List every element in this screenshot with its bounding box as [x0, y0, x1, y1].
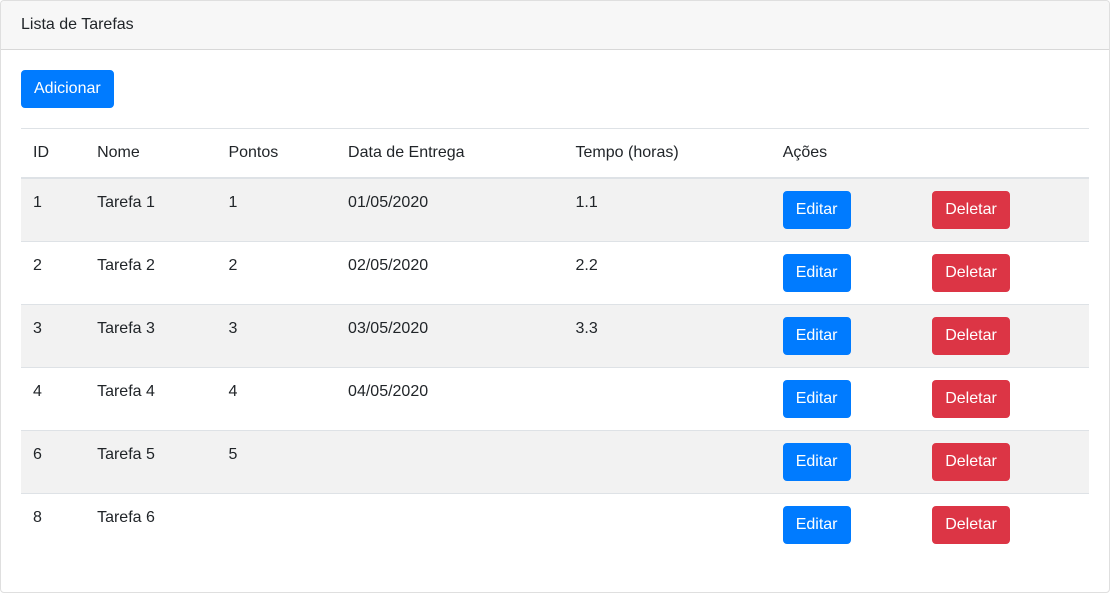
column-header: Tempo (horas) — [563, 128, 771, 179]
cell-edit: Editar — [770, 304, 921, 368]
column-header: Nome — [85, 128, 217, 179]
delete-button[interactable]: Deletar — [932, 443, 1010, 481]
cell-nome: Tarefa 3 — [85, 304, 217, 368]
card-header: Lista de Tarefas — [1, 1, 1109, 50]
cell-tempo: 2.2 — [563, 241, 771, 305]
cell-pontos — [216, 493, 337, 556]
cell-data-entrega — [336, 493, 564, 556]
cell-tempo — [563, 430, 771, 494]
cell-delete: Deletar — [920, 177, 1089, 242]
task-list-card: Lista de Tarefas Adicionar ID Nome Pontos D… — [0, 0, 1110, 593]
cell-delete: Deletar — [920, 493, 1089, 556]
table-row: 6 Tarefa 5 5 Editar Deletar — [21, 430, 1089, 494]
delete-button[interactable]: Deletar — [932, 380, 1010, 418]
column-header: Ações — [770, 128, 921, 179]
cell-nome: Tarefa 6 — [85, 493, 217, 556]
table-head: ID Nome Pontos Data de Entrega Tempo (horas)… — [21, 128, 1089, 179]
cell-pontos: 2 — [216, 241, 337, 305]
cell-id: 4 — [21, 367, 86, 431]
cell-id: 1 — [21, 177, 86, 242]
column-header: Data de Entrega — [336, 128, 564, 179]
cell-data-entrega: 02/05/2020 — [336, 241, 564, 305]
cell-edit: Editar — [770, 241, 921, 305]
cell-pontos: 4 — [216, 367, 337, 431]
cell-pontos: 5 — [216, 430, 337, 494]
cell-id: 8 — [21, 493, 86, 556]
cell-edit: Editar — [770, 367, 921, 431]
cell-data-entrega: 03/05/2020 — [336, 304, 564, 368]
column-header — [920, 128, 1089, 179]
table-row: 2 Tarefa 2 2 02/05/2020 2.2 Editar Delet… — [21, 241, 1089, 305]
edit-button[interactable]: Editar — [782, 506, 851, 544]
cell-delete: Deletar — [920, 241, 1089, 305]
cell-id: 3 — [21, 304, 86, 368]
table-row: 4 Tarefa 4 4 04/05/2020 Editar Deletar — [21, 367, 1089, 431]
edit-button[interactable]: Editar — [782, 443, 851, 481]
cell-edit: Editar — [770, 177, 921, 242]
cell-nome: Tarefa 2 — [85, 241, 217, 305]
delete-button[interactable]: Deletar — [932, 254, 1010, 292]
delete-button[interactable]: Deletar — [932, 191, 1010, 229]
edit-button[interactable]: Editar — [782, 317, 851, 355]
task-table: ID Nome Pontos Data de Entrega Tempo (horas)… — [21, 128, 1089, 556]
delete-button[interactable]: Deletar — [932, 506, 1010, 544]
column-header: Pontos — [216, 128, 337, 179]
add-task-button[interactable]: Adicionar — [21, 70, 114, 108]
cell-pontos: 1 — [216, 177, 337, 242]
cell-id: 6 — [21, 430, 86, 494]
table-row: 8 Tarefa 6 Editar Deletar — [21, 493, 1089, 556]
cell-nome: Tarefa 4 — [85, 367, 217, 431]
cell-nome: Tarefa 5 — [85, 430, 217, 494]
cell-nome: Tarefa 1 — [85, 177, 217, 242]
cell-data-entrega: 01/05/2020 — [336, 177, 564, 242]
cell-edit: Editar — [770, 430, 921, 494]
card-body: Adicionar ID Nome Pontos Data de Entrega Tem… — [1, 50, 1109, 592]
edit-button[interactable]: Editar — [782, 380, 851, 418]
cell-tempo: 3.3 — [563, 304, 771, 368]
cell-tempo — [563, 367, 771, 431]
edit-button[interactable]: Editar — [782, 254, 851, 292]
cell-delete: Deletar — [920, 367, 1089, 431]
cell-tempo: 1.1 — [563, 177, 771, 242]
cell-data-entrega — [336, 430, 564, 494]
cell-delete: Deletar — [920, 304, 1089, 368]
cell-delete: Deletar — [920, 430, 1089, 494]
table-row: 3 Tarefa 3 3 03/05/2020 3.3 Editar Delet… — [21, 304, 1089, 368]
table-header-row: ID Nome Pontos Data de Entrega Tempo (horas)… — [21, 128, 1089, 179]
cell-tempo — [563, 493, 771, 556]
cell-id: 2 — [21, 241, 86, 305]
column-header: ID — [21, 128, 86, 179]
cell-data-entrega: 04/05/2020 — [336, 367, 564, 431]
table-row: 1 Tarefa 1 1 01/05/2020 1.1 Editar Delet… — [21, 177, 1089, 242]
delete-button[interactable]: Deletar — [932, 317, 1010, 355]
page-title: Lista de Tarefas — [21, 16, 134, 33]
table-body: 1 Tarefa 1 1 01/05/2020 1.1 Editar Delet… — [21, 177, 1089, 556]
edit-button[interactable]: Editar — [782, 191, 851, 229]
cell-pontos: 3 — [216, 304, 337, 368]
cell-edit: Editar — [770, 493, 921, 556]
